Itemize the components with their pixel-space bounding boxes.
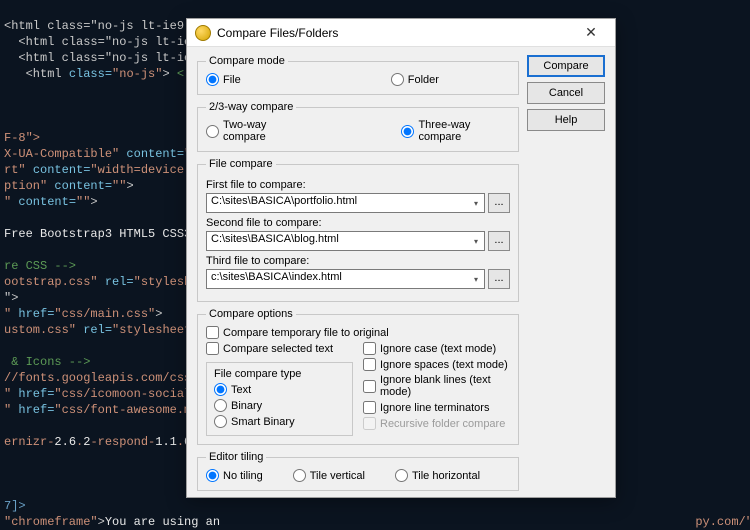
file-compare-legend: File compare xyxy=(206,158,276,170)
chevron-down-icon[interactable]: ▾ xyxy=(468,194,484,212)
radio-no-tiling[interactable]: No tiling xyxy=(206,469,263,482)
second-file-browse[interactable]: ... xyxy=(488,231,510,251)
editor-tiling-group: Editor tiling No tiling Tile vertical Ti… xyxy=(197,451,519,491)
second-file-label: Second file to compare: xyxy=(206,217,510,229)
chevron-down-icon[interactable]: ▾ xyxy=(468,232,484,250)
radio-two-way[interactable]: Two-way compare xyxy=(206,119,306,143)
compare-options-group: Compare options Compare temporary file t… xyxy=(197,308,519,445)
radio-folder[interactable]: Folder xyxy=(391,73,439,86)
app-icon xyxy=(195,25,211,41)
check-temp[interactable]: Compare temporary file to original xyxy=(206,326,510,339)
radio-tile-vertical[interactable]: Tile vertical xyxy=(293,469,365,482)
compare-button[interactable]: Compare xyxy=(527,55,605,77)
third-file-combo[interactable]: c:\sites\BASICA\index.html ▾ xyxy=(206,269,485,289)
radio-tile-horizontal[interactable]: Tile horizontal xyxy=(395,469,480,482)
check-ignore-term[interactable]: Ignore line terminators xyxy=(363,401,510,414)
file-compare-group: File compare First file to compare: C:\s… xyxy=(197,158,519,302)
dialog-title: Compare Files/Folders xyxy=(217,26,569,40)
compare-dialog: Compare Files/Folders ✕ Compare mode Fil… xyxy=(186,18,616,498)
way-compare-group: 2/3-way compare Two-way compare Three-wa… xyxy=(197,101,519,152)
check-recursive: Recursive folder compare xyxy=(363,417,510,430)
radio-file[interactable]: File xyxy=(206,73,241,86)
titlebar: Compare Files/Folders ✕ xyxy=(187,19,615,47)
check-ignore-blank[interactable]: Ignore blank lines (text mode) xyxy=(363,374,510,398)
chevron-down-icon[interactable]: ▾ xyxy=(468,270,484,288)
radio-three-way[interactable]: Three-way compare xyxy=(401,119,510,143)
check-ignore-spaces[interactable]: Ignore spaces (text mode) xyxy=(363,358,510,371)
first-file-label: First file to compare: xyxy=(206,179,510,191)
way-compare-legend: 2/3-way compare xyxy=(206,101,296,113)
check-ignore-case[interactable]: Ignore case (text mode) xyxy=(363,342,510,355)
compare-options-legend: Compare options xyxy=(206,308,296,320)
close-icon[interactable]: ✕ xyxy=(575,23,607,43)
radio-smart-binary[interactable]: Smart Binary xyxy=(214,415,345,428)
help-button[interactable]: Help xyxy=(527,109,605,131)
cancel-button[interactable]: Cancel xyxy=(527,82,605,104)
third-file-label: Third file to compare: xyxy=(206,255,510,267)
compare-mode-legend: Compare mode xyxy=(206,55,288,67)
editor-tiling-legend: Editor tiling xyxy=(206,451,266,463)
second-file-combo[interactable]: C:\sites\BASICA\blog.html ▾ xyxy=(206,231,485,251)
check-selected[interactable]: Compare selected text xyxy=(206,342,353,355)
file-compare-type-legend: File compare type xyxy=(214,368,345,380)
first-file-browse[interactable]: ... xyxy=(488,193,510,213)
radio-binary[interactable]: Binary xyxy=(214,399,345,412)
third-file-browse[interactable]: ... xyxy=(488,269,510,289)
radio-text[interactable]: Text xyxy=(214,383,345,396)
first-file-combo[interactable]: C:\sites\BASICA\portfolio.html ▾ xyxy=(206,193,485,213)
compare-mode-group: Compare mode File Folder xyxy=(197,55,519,95)
file-compare-type-group: File compare type Text Binary Smart Bina… xyxy=(206,362,353,436)
